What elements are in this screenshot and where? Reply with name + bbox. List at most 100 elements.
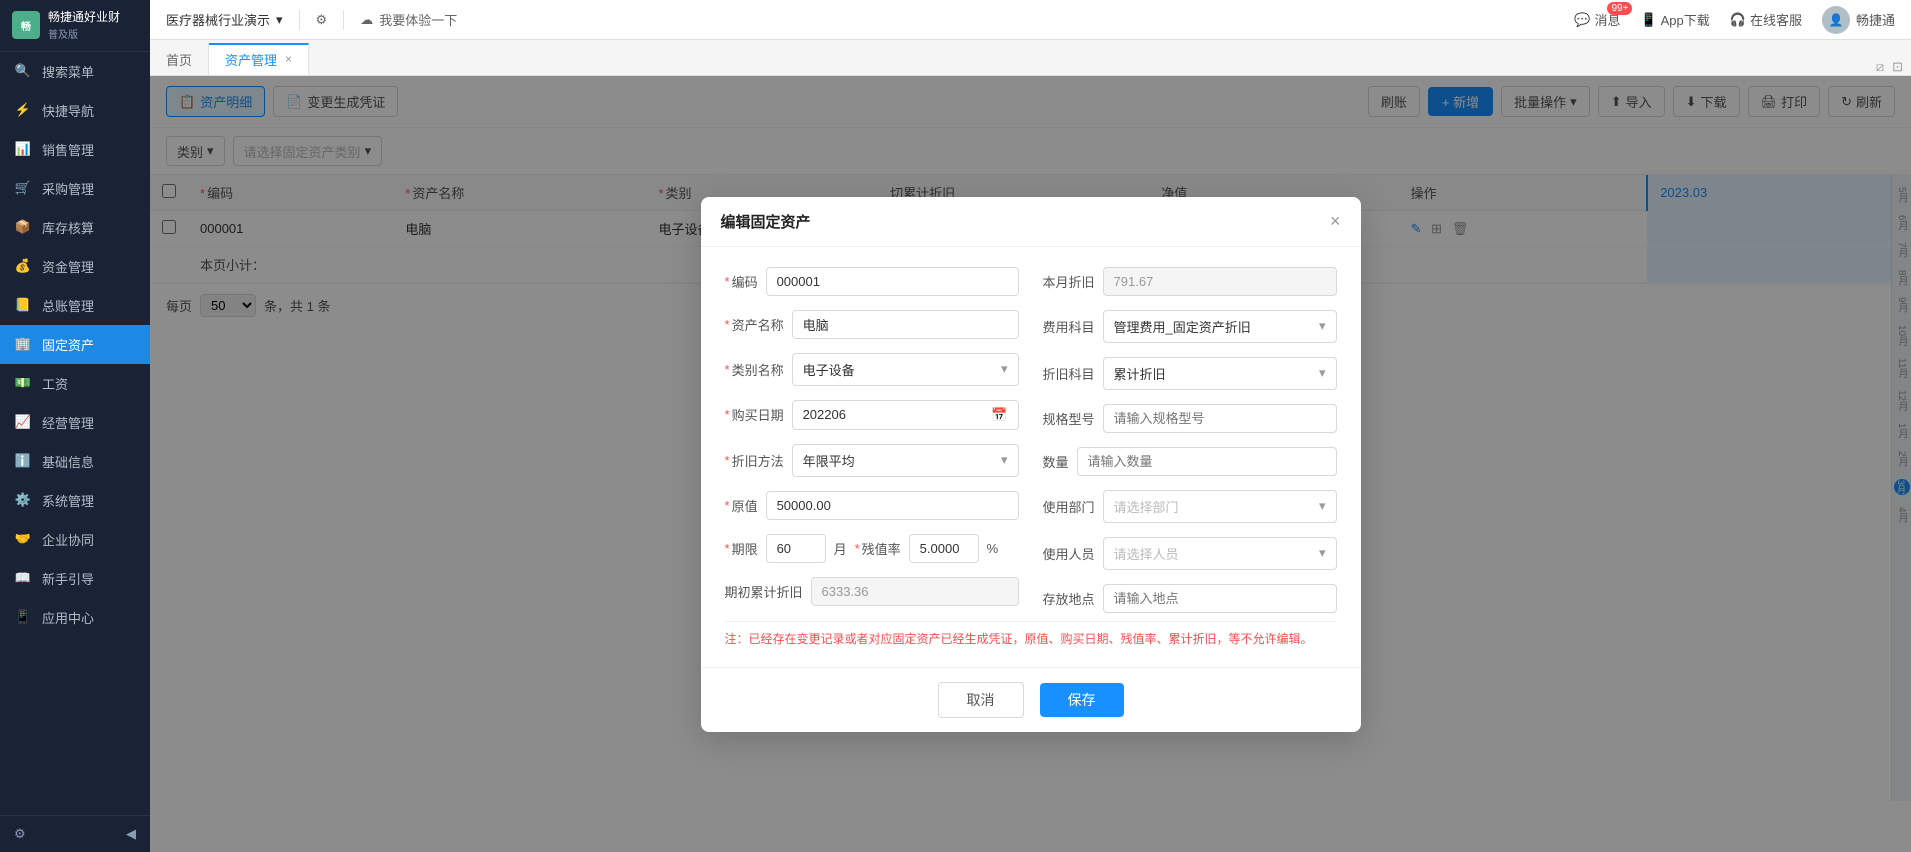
sidebar-item-label-guide: 新手引导 [42,569,94,588]
app-name-block: 畅捷通好业财 普及版 [48,10,120,41]
salary-icon: 💵 [14,374,32,392]
expense-subject-select[interactable]: 管理费用_固定资产折旧 ▾ [1103,310,1337,343]
gear-icon[interactable]: ⚙ [316,12,328,28]
monthly-dep-label: 本月折旧 [1043,272,1095,291]
tab-maximize-icon[interactable]: ⊡ [1892,59,1903,75]
sidebar-item-label-search: 搜索菜单 [42,62,94,81]
sidebar-item-search[interactable]: 🔍 搜索菜单 [0,52,150,91]
modal-header: 编辑固定资产 × [701,197,1361,247]
business-icon: 📈 [14,413,32,431]
experience-btn[interactable]: ☁ 我要体验一下 [360,10,457,29]
message-btn[interactable]: 💬 消息 99+ [1574,10,1620,29]
residual-rate-input[interactable] [909,534,979,563]
form-group-category: * 类别名称 电子设备 ▾ [725,353,1019,386]
sidebar-item-cooperation[interactable]: 🤝 企业协同 [0,520,150,559]
purchase-date-input[interactable] [803,407,992,422]
sidebar-item-system[interactable]: ⚙️ 系统管理 [0,481,150,520]
tab-home-label: 首页 [166,50,192,69]
calendar-icon[interactable]: 📅 [991,407,1007,423]
dep-subject-label: 折旧科目 [1043,364,1095,383]
tab-close-icon[interactable]: × [285,52,292,66]
sidebar-item-inventory[interactable]: 📦 库存核算 [0,208,150,247]
modal-close-btn[interactable]: × [1330,211,1341,232]
period-input[interactable] [766,534,826,563]
tab-minimize-icon[interactable]: ⧄ [1876,59,1884,75]
category-label: * 类别名称 [725,360,784,379]
sidebar-item-ledger[interactable]: 📒 总账管理 [0,286,150,325]
form-group-dep-method: * 折旧方法 年限平均 ▾ [725,444,1019,477]
sidebar-item-business[interactable]: 📈 经营管理 [0,403,150,442]
cancel-label: 取消 [967,692,995,708]
sidebar-item-finance[interactable]: 💰 资金管理 [0,247,150,286]
app-download-btn[interactable]: 📱 App下载 [1640,10,1709,29]
sidebar-item-app-center[interactable]: 📱 应用中心 [0,598,150,637]
sidebar-item-sales[interactable]: 📊 销售管理 [0,130,150,169]
original-value-input[interactable] [766,491,1019,520]
department-label: 使用部门 [1043,497,1095,516]
initial-dep-label: 期初累计折旧 [725,582,803,601]
dep-method-chevron-icon: ▾ [1001,452,1008,468]
app-logo: 畅 [12,11,40,39]
tabbar-actions: ⧄ ⊡ [1868,59,1911,75]
settings-icon[interactable]: ⚙ [14,826,26,842]
save-btn[interactable]: 保存 [1040,683,1124,717]
form-group-expense-subject: 费用科目 管理费用_固定资产折旧 ▾ [1043,310,1337,343]
download-icon: 📱 [1640,12,1656,28]
sidebar-item-base-info[interactable]: ℹ️ 基础信息 [0,442,150,481]
quantity-input[interactable] [1077,447,1337,476]
initial-dep-input[interactable] [811,577,1019,606]
sidebar-item-label-inventory: 库存核算 [42,218,94,237]
finance-icon: 💰 [14,257,32,275]
tab-home[interactable]: 首页 [150,43,209,75]
sidebar-item-guide[interactable]: 📖 新手引导 [0,559,150,598]
sidebar-scroll: 🔍 搜索菜单 ⚡ 快捷导航 📊 销售管理 🛒 采购管理 📦 库存核算 💰 资金管… [0,52,150,815]
sidebar-item-purchase[interactable]: 🛒 采购管理 [0,169,150,208]
category-value: 电子设备 [803,360,855,379]
form-group-location: 存放地点 [1043,584,1337,613]
online-service-btn[interactable]: 🎧 在线客服 [1730,10,1802,29]
note-text: 注：已经存在变更记录或者对应固定资产已经生成凭证，原值、购买日期、残值率、累计折… [725,632,1313,646]
department-select[interactable]: 请选择部门 ▾ [1103,490,1337,523]
topbar: 医疗器械行业演示 ▾ ⚙ ☁ 我要体验一下 💬 消息 99+ 📱 App下载 [150,0,1911,40]
form-group-department: 使用部门 请选择部门 ▾ [1043,490,1337,523]
purchase-icon: 🛒 [14,179,32,197]
cloud-icon: ☁ [360,12,373,28]
location-input[interactable] [1103,584,1337,613]
app-download-label: App下载 [1661,10,1710,29]
category-select[interactable]: 电子设备 ▾ [792,353,1019,386]
purchase-date-label: * 购买日期 [725,405,784,424]
code-input[interactable] [766,267,1019,296]
inventory-icon: 📦 [14,218,32,236]
guide-icon: 📖 [14,569,32,587]
tab-asset-management[interactable]: 资产管理 × [209,43,309,75]
form-left-col: * 编码 [725,267,1019,613]
form-group-purchase-date: * 购买日期 📅 [725,400,1019,430]
collapse-icon[interactable]: ◀ [126,826,136,842]
monthly-dep-input[interactable] [1103,267,1337,296]
sidebar-item-quick-nav[interactable]: ⚡ 快捷导航 [0,91,150,130]
sidebar-item-label-cooperation: 企业协同 [42,530,94,549]
dep-subject-value: 累计折旧 [1114,364,1166,383]
spec-input[interactable] [1103,404,1337,433]
modal-note: 注：已经存在变更记录或者对应固定资产已经生成凭证，原值、购买日期、残值率、累计折… [725,621,1337,647]
sidebar-item-fixed-assets[interactable]: 🏢 固定资产 [0,325,150,364]
name-label: * 资产名称 [725,315,784,334]
company-selector[interactable]: 医疗器械行业演示 ▾ [166,10,283,29]
form-group-original-value: * 原值 [725,491,1019,520]
dep-subject-select[interactable]: 累计折旧 ▾ [1103,357,1337,390]
cancel-btn[interactable]: 取消 [938,682,1024,718]
modal-footer: 取消 保存 [701,667,1361,732]
dep-method-select[interactable]: 年限平均 ▾ [792,444,1019,477]
logo-text: 畅 [21,18,31,33]
name-input[interactable] [792,310,1019,339]
dep-method-value: 年限平均 [803,451,855,470]
form-group-period: * 期限 月 * 残值率 [725,534,1019,563]
ledger-icon: 📒 [14,296,32,314]
sidebar-item-salary[interactable]: 💵 工资 [0,364,150,403]
company-name: 医疗器械行业演示 [166,10,270,29]
app-center-icon: 📱 [14,608,32,626]
app-title: 畅捷通好业财 [48,10,120,26]
user-menu[interactable]: 👤 畅捷通 [1822,6,1895,34]
original-value-label: * 原值 [725,496,758,515]
person-select[interactable]: 请选择人员 ▾ [1103,537,1337,570]
